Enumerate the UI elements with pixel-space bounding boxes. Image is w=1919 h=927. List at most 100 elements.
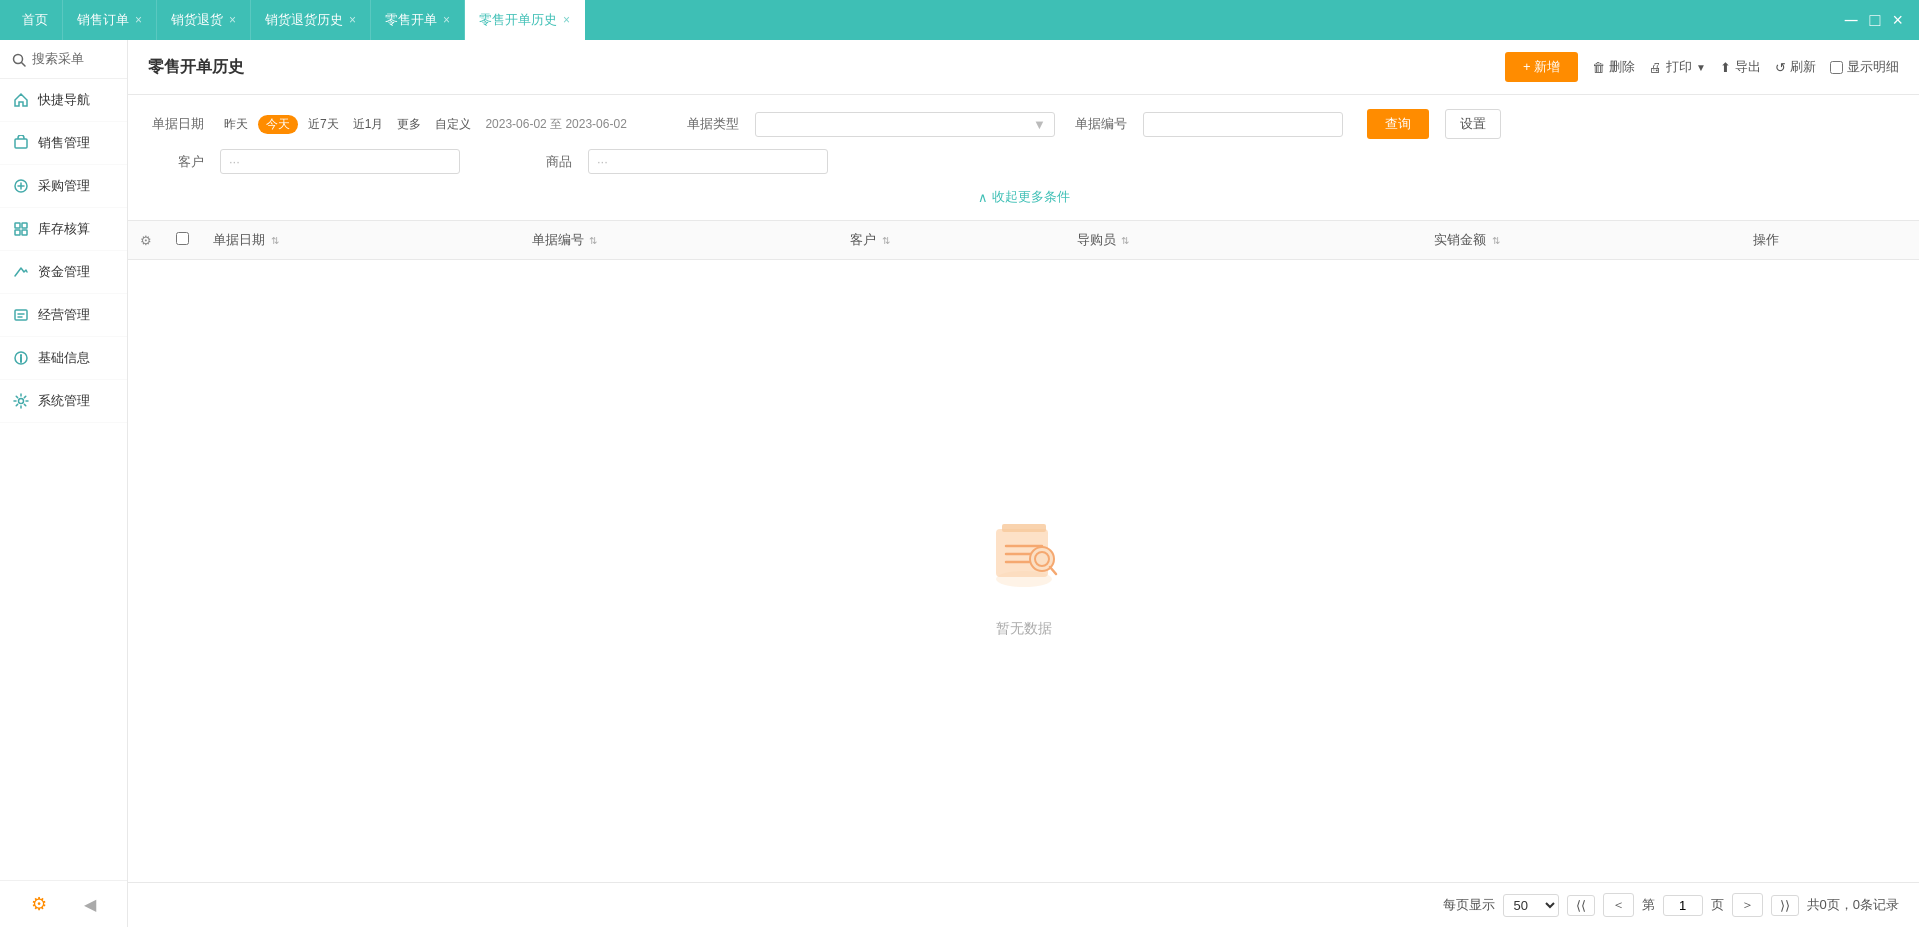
inventory-icon (12, 220, 30, 238)
delete-icon: 🗑 (1592, 60, 1605, 75)
tab-retail-history[interactable]: 零售开单历史 × (465, 0, 585, 40)
col-settings[interactable]: ⚙ (128, 221, 164, 260)
close-tab-sales-return-history[interactable]: × (349, 13, 356, 27)
query-button[interactable]: 查询 (1367, 109, 1429, 139)
date-btn-1month[interactable]: 近1月 (349, 115, 388, 134)
select-all-checkbox[interactable] (176, 232, 189, 245)
print-button[interactable]: 🖨 打印 ▼ (1649, 58, 1706, 76)
delete-button[interactable]: 🗑 删除 (1592, 58, 1635, 76)
col-guide[interactable]: 导购员 ⇅ (1065, 221, 1337, 260)
sidebar-search[interactable]: 搜索采单 (0, 40, 127, 79)
close-window-icon[interactable]: × (1892, 10, 1903, 31)
tab-bar: 首页 销售订单 × 销货退货 × 销货退货历史 × 零售开单 × 零售开单历史 … (0, 0, 1919, 40)
sidebar-item-inventory[interactable]: 库存核算 (0, 208, 127, 251)
export-button[interactable]: ⬆ 导出 (1720, 58, 1761, 76)
svg-rect-4 (15, 223, 20, 228)
col-checkbox[interactable] (164, 221, 201, 260)
management-icon (12, 306, 30, 324)
data-table: ⚙ 单据日期 ⇅ 单据编号 ⇅ (128, 221, 1919, 260)
minimize-icon[interactable]: ─ (1845, 10, 1858, 31)
goods-label: 商品 (516, 153, 572, 171)
customer-input[interactable]: ··· (220, 149, 460, 174)
svg-line-19 (1050, 567, 1056, 574)
tab-sales-return-history[interactable]: 销货退货历史 × (251, 0, 371, 40)
table-area: ⚙ 单据日期 ⇅ 单据编号 ⇅ (128, 221, 1919, 882)
column-settings-icon[interactable]: ⚙ (140, 233, 152, 248)
order-no-label: 单据编号 (1071, 115, 1127, 133)
page-header: 零售开单历史 + 新增 🗑 删除 🖨 打印 ▼ ⬆ 导出 ↺ (128, 40, 1919, 95)
date-btn-custom[interactable]: 自定义 (431, 115, 475, 134)
order-no-field[interactable] (1152, 117, 1334, 132)
col-no[interactable]: 单据编号 ⇅ (520, 221, 839, 260)
close-tab-retail-order[interactable]: × (443, 13, 450, 27)
tab-retail-order[interactable]: 零售开单 × (371, 0, 465, 40)
last-page-btn[interactable]: ⟩⟩ (1771, 895, 1799, 916)
sidebar: 搜索采单 快捷导航 销售管理 (0, 40, 128, 927)
col-guide-sort-icon[interactable]: ⇅ (1121, 235, 1129, 246)
first-page-btn[interactable]: ⟨⟨ (1567, 895, 1595, 916)
date-btn-more[interactable]: 更多 (393, 115, 425, 134)
show-detail-checkbox-label[interactable]: 显示明细 (1830, 58, 1899, 76)
close-tab-sales-order[interactable]: × (135, 13, 142, 27)
sidebar-item-quick-nav[interactable]: 快捷导航 (0, 79, 127, 122)
sidebar-item-purchase[interactable]: 采购管理 (0, 165, 127, 208)
col-customer[interactable]: 客户 ⇅ (838, 221, 1064, 260)
sidebar-item-base-info[interactable]: 基础信息 (0, 337, 127, 380)
svg-rect-2 (15, 139, 27, 148)
sidebar-item-finance[interactable]: 资金管理 (0, 251, 127, 294)
col-customer-label: 客户 (850, 232, 876, 247)
empty-text: 暂无数据 (996, 620, 1052, 638)
sidebar-item-sales[interactable]: 销售管理 (0, 122, 127, 165)
col-amount-label: 实销金额 (1434, 232, 1486, 247)
show-detail-checkbox[interactable] (1830, 61, 1843, 74)
svg-rect-6 (15, 230, 20, 235)
maximize-icon[interactable]: □ (1870, 10, 1881, 31)
col-customer-sort-icon[interactable]: ⇅ (882, 235, 890, 246)
tab-home[interactable]: 首页 (8, 0, 63, 40)
settings-icon[interactable]: ⚙ (31, 893, 47, 915)
col-amount[interactable]: 实销金额 ⇅ (1422, 221, 1741, 260)
close-tab-sales-return[interactable]: × (229, 13, 236, 27)
prev-page-btn[interactable]: ＜ (1603, 893, 1634, 917)
col-no-label: 单据编号 (532, 232, 584, 247)
col-no-sort-icon[interactable]: ⇅ (589, 235, 597, 246)
collapse-sidebar-icon[interactable]: ◀ (84, 895, 96, 914)
svg-point-10 (19, 399, 24, 404)
export-icon: ⬆ (1720, 60, 1731, 75)
current-page-input[interactable] (1663, 895, 1703, 916)
next-page-btn[interactable]: ＞ (1732, 893, 1763, 917)
goods-input[interactable]: ··· (588, 149, 828, 174)
col-date[interactable]: 单据日期 ⇅ (201, 221, 520, 260)
refresh-button[interactable]: ↺ 刷新 (1775, 58, 1816, 76)
order-no-input[interactable] (1143, 112, 1343, 137)
add-button[interactable]: + 新增 (1505, 52, 1578, 82)
date-btn-today[interactable]: 今天 (258, 115, 298, 134)
total-info: 共0页，0条记录 (1807, 896, 1899, 914)
close-tab-retail-history[interactable]: × (563, 13, 570, 27)
customer-label: 客户 (148, 153, 204, 171)
settings-button[interactable]: 设置 (1445, 109, 1501, 139)
collapse-button[interactable]: ∧ 收起更多条件 (978, 184, 1070, 210)
type-filter-select[interactable]: ▼ (755, 112, 1055, 137)
col-spacer (1337, 221, 1422, 260)
page-size-select[interactable]: 50 20 100 (1503, 894, 1559, 917)
svg-rect-8 (15, 310, 27, 320)
date-btn-yesterday[interactable]: 昨天 (220, 115, 252, 134)
empty-state: 暂无数据 (128, 260, 1919, 882)
collapse-btn-area: ∧ 收起更多条件 (148, 184, 1899, 210)
col-amount-sort-icon[interactable]: ⇅ (1492, 235, 1500, 246)
col-date-sort-icon[interactable]: ⇅ (271, 235, 279, 246)
collapse-up-icon: ∧ (978, 190, 988, 205)
finance-icon (12, 263, 30, 281)
sidebar-item-management[interactable]: 经营管理 (0, 294, 127, 337)
col-action: 操作 (1741, 221, 1919, 260)
tab-sales-return[interactable]: 销货退货 × (157, 0, 251, 40)
date-btn-7days[interactable]: 近7天 (304, 115, 343, 134)
col-guide-label: 导购员 (1077, 232, 1116, 247)
pagination: 每页显示 50 20 100 ⟨⟨ ＜ 第 页 ＞ ⟩⟩ 共0页，0条记录 (128, 882, 1919, 927)
sidebar-item-system[interactable]: 系统管理 (0, 380, 127, 423)
page-label-end: 页 (1711, 896, 1724, 914)
page-label: 第 (1642, 896, 1655, 914)
svg-line-1 (22, 62, 26, 66)
tab-sales-order[interactable]: 销售订单 × (63, 0, 157, 40)
